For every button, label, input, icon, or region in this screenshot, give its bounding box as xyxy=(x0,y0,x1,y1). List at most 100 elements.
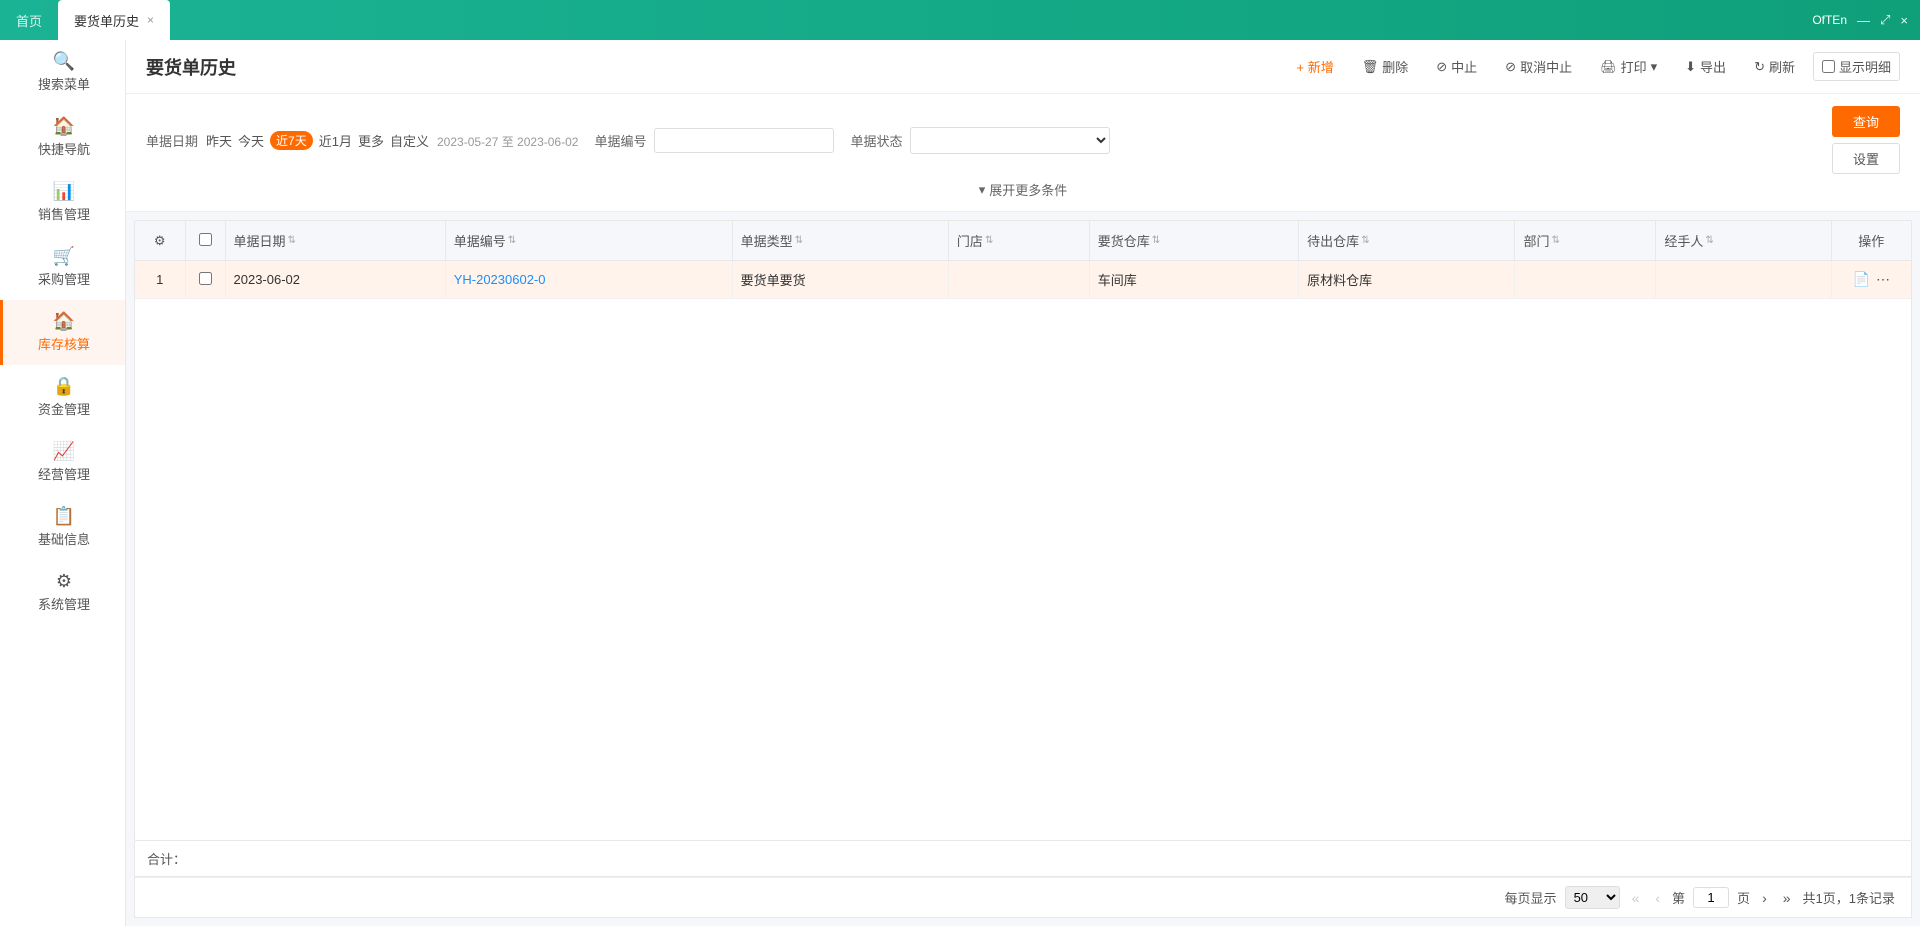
row-checkbox[interactable] xyxy=(199,272,212,285)
col-department: 部门 ⇅ xyxy=(1515,221,1656,261)
page-input[interactable] xyxy=(1693,887,1729,908)
col-config[interactable]: ⚙ xyxy=(135,221,185,261)
prev-page-button[interactable]: ‹ xyxy=(1651,888,1664,908)
delete-button[interactable]: 🗑 删除 xyxy=(1352,52,1419,81)
shortcut-yesterday[interactable]: 昨天 xyxy=(206,131,232,150)
sidebar-item-search-menu[interactable]: 🔍 搜索菜单 xyxy=(0,40,125,105)
sidebar-item-purchase-label: 采购管理 xyxy=(38,269,90,288)
tab-requisition-history[interactable]: 要货单历史 × xyxy=(58,0,170,40)
sidebar-item-basic-info-label: 基础信息 xyxy=(38,529,90,548)
store-sort-icon[interactable]: ⇅ xyxy=(985,235,993,246)
status-label: 单据状态 xyxy=(850,131,902,150)
row-ops: 📄 ⋯ xyxy=(1831,261,1911,299)
table-row: 1 2023-06-02 YH-20230602-0 要货单要货 车间库 原材料… xyxy=(135,261,1911,299)
shortcut-1month[interactable]: 近1月 xyxy=(319,131,352,150)
close-icon[interactable]: × xyxy=(1900,13,1908,28)
shortcut-more[interactable]: 更多 xyxy=(358,131,384,150)
col-req-warehouse: 要货仓库 ⇅ xyxy=(1089,221,1298,261)
new-button[interactable]: + 新增 xyxy=(1286,52,1343,81)
page-unit: 页 xyxy=(1737,888,1750,907)
sidebar-item-finance-label: 资金管理 xyxy=(38,399,90,418)
filter-area: 单据日期 昨天 今天 近7天 近1月 更多 自定义 2023-05-27 至 2… xyxy=(126,94,1920,212)
display-detail-button[interactable]: 显示明细 xyxy=(1813,52,1900,81)
expand-more-button[interactable]: ▾ 展开更多条件 xyxy=(146,174,1900,199)
tab-home-label: 首页 xyxy=(16,11,42,30)
basic-info-icon: 📋 xyxy=(53,507,75,525)
refresh-button[interactable]: ↻ 刷新 xyxy=(1744,52,1805,81)
sidebar-item-finance-mgmt[interactable]: 🔒 资金管理 xyxy=(0,365,125,430)
quick-nav-icon: 🏠 xyxy=(53,117,75,135)
sidebar-item-operation-mgmt[interactable]: 📈 经营管理 xyxy=(0,430,125,495)
sidebar-item-system-mgmt[interactable]: ⚙ 系统管理 xyxy=(0,560,125,625)
sidebar-item-search-menu-label: 搜索菜单 xyxy=(38,74,90,93)
per-page-label: 每页显示 xyxy=(1505,888,1557,907)
date-shortcuts: 昨天 今天 近7天 近1月 更多 自定义 xyxy=(206,131,429,150)
row-edit-icon[interactable]: 📄 xyxy=(1853,271,1870,288)
sidebar-item-sales-label: 销售管理 xyxy=(38,204,90,223)
tab-home[interactable]: 首页 xyxy=(0,0,58,40)
query-button[interactable]: 查询 xyxy=(1832,106,1900,137)
system-mgmt-icon: ⚙ xyxy=(56,572,72,590)
sidebar-item-quick-nav-label: 快捷导航 xyxy=(38,139,90,158)
row-date: 2023-06-02 xyxy=(225,261,445,299)
next-page-button[interactable]: › xyxy=(1758,888,1771,908)
date-filter-label: 单据日期 xyxy=(146,131,198,150)
col-order-type: 单据类型 ⇅ xyxy=(732,221,948,261)
shortcut-today[interactable]: 今天 xyxy=(238,131,264,150)
table-body: 1 2023-06-02 YH-20230602-0 要货单要货 车间库 原材料… xyxy=(135,261,1911,299)
content-area: 要货单历史 + 新增 🗑 删除 ⊘ 中止 ⊘ 取消中止 🖨 打印 xyxy=(126,40,1920,926)
col-ops: 操作 xyxy=(1831,221,1911,261)
pending-wh-sort-icon[interactable]: ⇅ xyxy=(1361,235,1369,246)
minimize-icon[interactable]: — xyxy=(1857,13,1870,28)
last-page-button[interactable]: » xyxy=(1779,888,1795,908)
often-label: OfTEn xyxy=(1812,13,1847,27)
row-ops-icons: 📄 ⋯ xyxy=(1840,271,1904,288)
table-header: ⚙ 单据日期 ⇅ 单据编号 xyxy=(135,221,1911,261)
stop-button[interactable]: ⊘ 中止 xyxy=(1426,52,1487,81)
search-menu-icon: 🔍 xyxy=(53,52,75,70)
status-select[interactable] xyxy=(910,127,1110,154)
dept-sort-icon[interactable]: ⇅ xyxy=(1551,235,1559,246)
export-button[interactable]: ⬇ 导出 xyxy=(1675,52,1736,81)
inventory-icon: 🏠 xyxy=(53,312,75,330)
filter-actions: 查询 设置 xyxy=(1832,106,1900,174)
cancel-stop-button[interactable]: ⊘ 取消中止 xyxy=(1495,52,1582,81)
page-header: 要货单历史 + 新增 🗑 删除 ⊘ 中止 ⊘ 取消中止 🖨 打印 xyxy=(126,40,1920,94)
handler-sort-icon[interactable]: ⇅ xyxy=(1705,235,1713,246)
order-no-input[interactable] xyxy=(654,128,834,153)
row-more-icon[interactable]: ⋯ xyxy=(1876,271,1890,288)
sidebar-item-quick-nav[interactable]: 🏠 快捷导航 xyxy=(0,105,125,170)
date-sort-icon[interactable]: ⇅ xyxy=(288,235,296,246)
tab-close-icon[interactable]: × xyxy=(147,13,154,27)
sidebar-item-basic-info[interactable]: 📋 基础信息 xyxy=(0,495,125,560)
status-filter-group: 单据状态 xyxy=(850,127,1110,154)
shortcut-7days[interactable]: 近7天 xyxy=(270,131,313,150)
print-button[interactable]: 🖨 打印 ▾ xyxy=(1590,52,1667,81)
first-page-button[interactable]: « xyxy=(1628,888,1644,908)
sidebar-item-sales-mgmt[interactable]: 📊 销售管理 xyxy=(0,170,125,235)
col-handler: 经手人 ⇅ xyxy=(1656,221,1831,261)
page-size-select[interactable]: 50 20 100 xyxy=(1565,886,1620,909)
sidebar-item-inventory[interactable]: 🏠 库存核算 xyxy=(0,300,125,365)
sidebar-item-purchase-mgmt[interactable]: 🛒 采购管理 xyxy=(0,235,125,300)
shortcut-custom[interactable]: 自定义 xyxy=(390,131,429,150)
maximize-icon[interactable]: ⤢ xyxy=(1880,12,1890,28)
setting-button[interactable]: 设置 xyxy=(1832,143,1900,174)
display-detail-checkbox[interactable] xyxy=(1822,60,1835,73)
sales-icon: 📊 xyxy=(53,182,75,200)
select-all-checkbox[interactable] xyxy=(199,233,212,246)
date-range-text: 2023-05-27 至 2023-06-02 xyxy=(437,133,578,150)
date-filter-group: 单据日期 昨天 今天 近7天 近1月 更多 自定义 2023-05-27 至 2… xyxy=(146,131,578,150)
sidebar-item-system-mgmt-label: 系统管理 xyxy=(38,594,90,613)
refresh-icon: ↻ xyxy=(1754,59,1765,75)
purchase-icon: 🛒 xyxy=(53,247,75,265)
col-date: 单据日期 ⇅ xyxy=(225,221,445,261)
page-label: 第 xyxy=(1672,888,1685,907)
order-no-sort-icon[interactable]: ⇅ xyxy=(508,235,516,246)
col-checkbox xyxy=(185,221,225,261)
req-wh-sort-icon[interactable]: ⇅ xyxy=(1152,235,1160,246)
order-no-link[interactable]: YH-20230602-0 xyxy=(454,272,546,287)
order-no-label: 单据编号 xyxy=(594,131,646,150)
expand-down-icon: ▾ xyxy=(979,182,986,198)
order-type-sort-icon[interactable]: ⇅ xyxy=(795,235,803,246)
